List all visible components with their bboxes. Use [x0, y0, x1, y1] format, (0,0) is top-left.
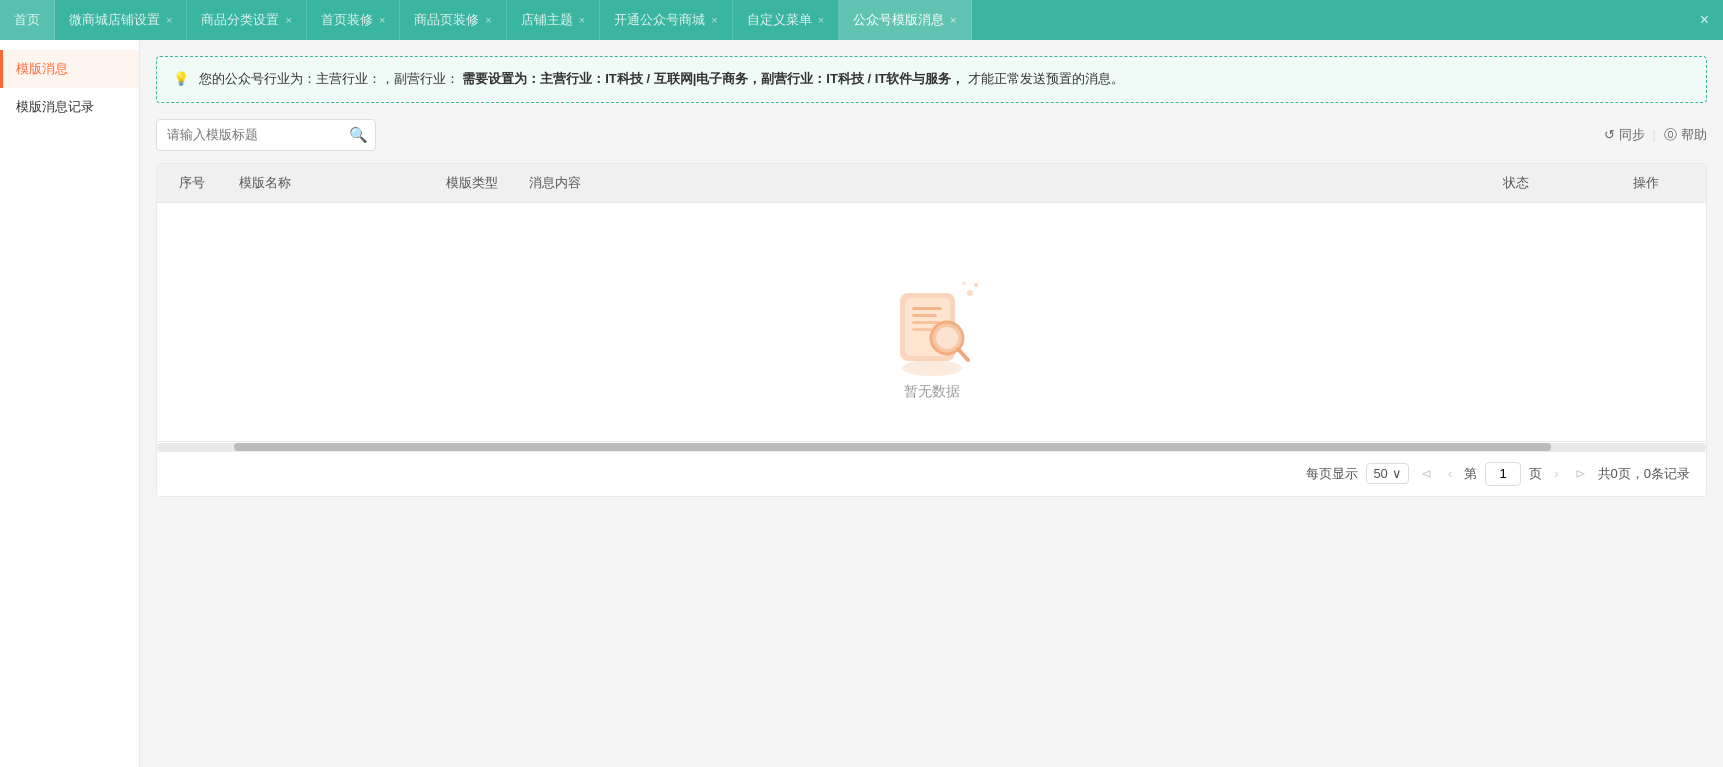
sidebar-item-template-msg-log[interactable]: 模版消息记录	[0, 88, 139, 126]
tab-product-category-label: 商品分类设置	[201, 11, 279, 29]
close-shop-settings-icon[interactable]: ×	[166, 15, 172, 26]
th-status: 状态	[1446, 164, 1586, 202]
close-homepage-decor-icon[interactable]: ×	[379, 15, 385, 26]
sync-label: 同步	[1619, 126, 1645, 144]
prev-page-button[interactable]: ‹	[1444, 464, 1456, 483]
toolbar-right: ↺ 同步 | ⓪ 帮助	[1604, 126, 1707, 144]
scrollbar-thumb[interactable]	[234, 443, 1551, 451]
sidebar-item-template-msg-log-label: 模版消息记录	[16, 99, 94, 114]
top-nav: 首页 微商城店铺设置 × 商品分类设置 × 首页装修 × 商品页装修 × 店铺主…	[0, 0, 1723, 40]
svg-rect-5	[912, 321, 940, 324]
close-product-page-decor-icon[interactable]: ×	[485, 15, 491, 26]
tab-custom-menu[interactable]: 自定义菜单 ×	[733, 0, 839, 40]
close-open-wechat-icon[interactable]: ×	[711, 15, 717, 26]
content-area: 💡 您的公众号行业为：主营行业：，副营行业： 需要设置为：主营行业：IT科技 /…	[140, 40, 1723, 767]
tab-product-page-decor-label: 商品页装修	[414, 11, 479, 29]
tab-home-label: 首页	[14, 11, 40, 29]
th-content: 消息内容	[517, 164, 1446, 202]
close-all-button[interactable]: ×	[1686, 11, 1723, 29]
svg-point-10	[967, 290, 973, 296]
tab-open-wechat[interactable]: 开通公众号商城 ×	[600, 0, 732, 40]
sidebar-item-template-msg-label: 模版消息	[16, 61, 68, 76]
tab-open-wechat-label: 开通公众号商城	[614, 11, 705, 29]
th-action: 操作	[1586, 164, 1706, 202]
pagination: 每页显示 50 ∨ ⊲ ‹ 第 页 › ⊳ 共0页，0条记录	[157, 451, 1706, 496]
help-label: 帮助	[1681, 126, 1707, 144]
close-template-msg-icon[interactable]: ×	[950, 15, 956, 26]
tab-product-page-decor[interactable]: 商品页装修 ×	[400, 0, 506, 40]
empty-illustration	[872, 263, 992, 383]
tab-homepage-decor-label: 首页装修	[321, 11, 373, 29]
toolbar-divider: |	[1653, 127, 1656, 142]
notice-highlight: 需要设置为：主营行业：IT科技 / 互联网|电子商务，副营行业：IT科技 / I…	[462, 71, 964, 86]
page-size-select[interactable]: 50 ∨	[1366, 463, 1408, 484]
page-size-dropdown-icon: ∨	[1392, 466, 1402, 481]
empty-text: 暂无数据	[904, 383, 960, 401]
svg-rect-4	[912, 314, 937, 317]
page-number-input[interactable]	[1485, 462, 1521, 486]
tab-product-category[interactable]: 商品分类设置 ×	[187, 0, 306, 40]
svg-point-12	[962, 281, 966, 285]
th-name: 模版名称	[227, 164, 427, 202]
last-page-button[interactable]: ⊳	[1571, 464, 1590, 483]
svg-point-8	[936, 327, 958, 349]
tab-shop-theme-label: 店铺主题	[521, 11, 573, 29]
tab-shop-theme[interactable]: 店铺主题 ×	[507, 0, 600, 40]
close-product-category-icon[interactable]: ×	[285, 15, 291, 26]
tab-template-msg-label: 公众号模版消息	[853, 11, 944, 29]
svg-line-9	[958, 349, 968, 360]
page-label-suffix: 页	[1529, 465, 1542, 483]
page-size-value: 50	[1373, 466, 1387, 481]
notice-banner: 💡 您的公众号行业为：主营行业：，副营行业： 需要设置为：主营行业：IT科技 /…	[156, 56, 1707, 103]
notice-suffix: 才能正常发送预置的消息。	[968, 71, 1124, 86]
main-layout: 模版消息 模版消息记录 💡 您的公众号行业为：主营行业：，副营行业： 需要设置为…	[0, 40, 1723, 767]
svg-rect-3	[912, 307, 942, 310]
sync-icon: ↺	[1604, 127, 1615, 142]
page-label-prefix: 第	[1464, 465, 1477, 483]
next-page-button[interactable]: ›	[1550, 464, 1562, 483]
search-input-wrap: 🔍	[156, 119, 376, 151]
bulb-icon: 💡	[173, 71, 189, 86]
tab-shop-settings[interactable]: 微商城店铺设置 ×	[55, 0, 187, 40]
empty-state: 暂无数据	[157, 203, 1706, 441]
th-seq: 序号	[157, 164, 227, 202]
data-table: 序号 模版名称 模版类型 消息内容 状态 操作	[156, 163, 1707, 497]
first-page-button[interactable]: ⊲	[1417, 464, 1436, 483]
search-icon[interactable]: 🔍	[349, 126, 368, 144]
th-type: 模版类型	[427, 164, 517, 202]
tab-home[interactable]: 首页	[0, 0, 55, 40]
sidebar-item-template-msg[interactable]: 模版消息	[0, 50, 139, 88]
close-custom-menu-icon[interactable]: ×	[818, 15, 824, 26]
sidebar: 模版消息 模版消息记录	[0, 40, 140, 767]
horizontal-scrollbar[interactable]	[157, 441, 1706, 451]
svg-point-11	[974, 283, 978, 287]
help-icon: ⓪	[1664, 126, 1677, 144]
tab-template-msg[interactable]: 公众号模版消息 ×	[839, 0, 971, 40]
page-size-label: 每页显示	[1306, 465, 1358, 483]
help-button[interactable]: ⓪ 帮助	[1664, 126, 1707, 144]
notice-prefix: 您的公众号行业为：主营行业：，副营行业：	[199, 71, 459, 86]
tab-shop-settings-label: 微商城店铺设置	[69, 11, 160, 29]
page-total: 共0页，0条记录	[1598, 465, 1690, 483]
svg-point-0	[902, 360, 962, 376]
search-bar: 🔍 ↺ 同步 | ⓪ 帮助	[156, 119, 1707, 151]
table-header: 序号 模版名称 模版类型 消息内容 状态 操作	[157, 164, 1706, 203]
scrollbar-track	[157, 443, 1706, 451]
svg-rect-6	[912, 328, 932, 331]
close-shop-theme-icon[interactable]: ×	[579, 15, 585, 26]
tab-homepage-decor[interactable]: 首页装修 ×	[307, 0, 400, 40]
tab-custom-menu-label: 自定义菜单	[747, 11, 812, 29]
sync-button[interactable]: ↺ 同步	[1604, 126, 1645, 144]
search-input[interactable]	[156, 119, 376, 151]
